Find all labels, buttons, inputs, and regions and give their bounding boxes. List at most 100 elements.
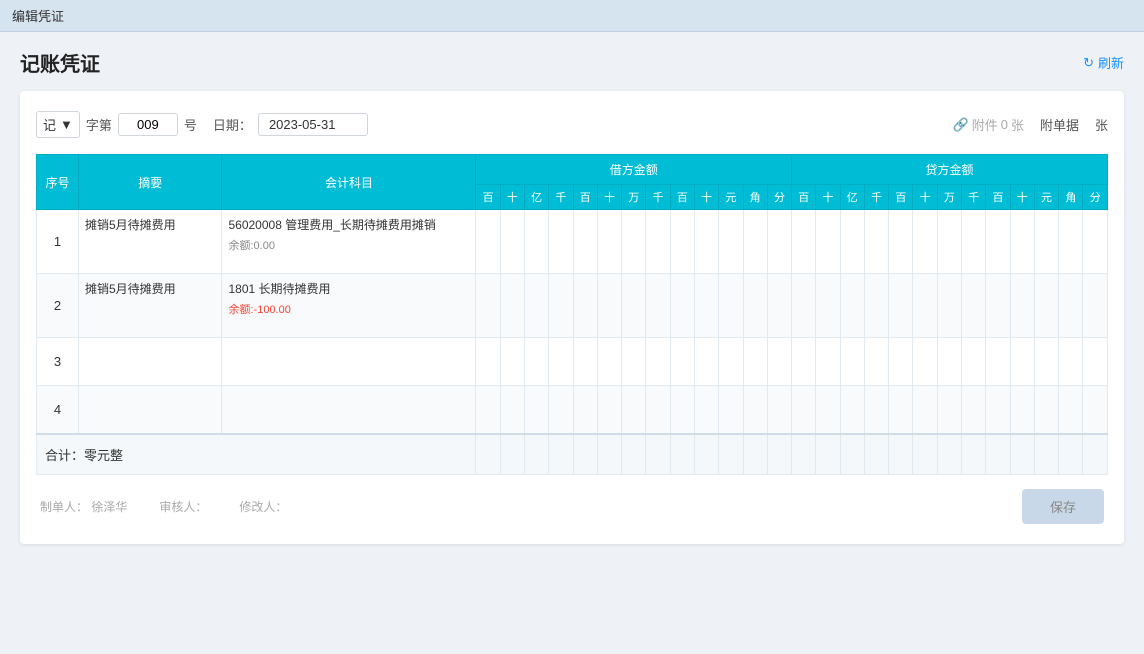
debit-digit-r1-c4[interactable]: [549, 210, 573, 274]
credit-digit-r3-c2[interactable]: [816, 338, 840, 386]
credit-digit-r2-c3[interactable]: [840, 274, 864, 338]
credit-digit-r3-c6[interactable]: [913, 338, 937, 386]
debit-digit-r4-c7[interactable]: [622, 386, 646, 434]
credit-digit-r1-c10[interactable]: [1010, 210, 1034, 274]
debit-digit-r2-c4[interactable]: [549, 274, 573, 338]
debit-digit-r2-c11[interactable]: [719, 274, 743, 338]
debit-digit-r3-c9[interactable]: [670, 338, 694, 386]
debit-digit-r1-c9[interactable]: [670, 210, 694, 274]
debit-digit-r1-c3[interactable]: [524, 210, 548, 274]
debit-digit-r4-c8[interactable]: [646, 386, 670, 434]
credit-digit-r1-c8[interactable]: [962, 210, 986, 274]
credit-digit-r4-c4[interactable]: [864, 386, 888, 434]
credit-digit-r2-c1[interactable]: [792, 274, 816, 338]
voucher-number-input[interactable]: [118, 113, 178, 136]
row-summary-3[interactable]: [78, 338, 222, 386]
debit-digit-r2-c8[interactable]: [646, 274, 670, 338]
credit-digit-r4-c1[interactable]: [792, 386, 816, 434]
row-account-3[interactable]: [222, 338, 476, 386]
debit-digit-r3-c7[interactable]: [622, 338, 646, 386]
debit-digit-r1-c13[interactable]: [767, 210, 791, 274]
credit-digit-r1-c12[interactable]: [1059, 210, 1083, 274]
credit-digit-r2-c12[interactable]: [1059, 274, 1083, 338]
debit-digit-r4-c9[interactable]: [670, 386, 694, 434]
debit-digit-r4-c1[interactable]: [476, 386, 500, 434]
debit-digit-r3-c2[interactable]: [500, 338, 524, 386]
save-button[interactable]: 保存: [1022, 489, 1104, 524]
debit-digit-r1-c11[interactable]: [719, 210, 743, 274]
row-summary-4[interactable]: [78, 386, 222, 434]
credit-digit-r4-c7[interactable]: [937, 386, 961, 434]
attachment-link[interactable]: 🔗 附件 0 张: [953, 115, 1024, 134]
debit-digit-r3-c10[interactable]: [694, 338, 718, 386]
credit-digit-r4-c8[interactable]: [962, 386, 986, 434]
debit-digit-r2-c7[interactable]: [622, 274, 646, 338]
credit-digit-r2-c9[interactable]: [986, 274, 1010, 338]
debit-digit-r4-c5[interactable]: [573, 386, 597, 434]
credit-digit-r4-c2[interactable]: [816, 386, 840, 434]
debit-digit-r2-c10[interactable]: [694, 274, 718, 338]
credit-digit-r3-c1[interactable]: [792, 338, 816, 386]
credit-digit-r3-c13[interactable]: [1083, 338, 1108, 386]
row-account-1[interactable]: 56020008 管理费用_长期待摊费用摊销余额:0.00: [222, 210, 476, 274]
credit-digit-r3-c9[interactable]: [986, 338, 1010, 386]
credit-digit-r3-c10[interactable]: [1010, 338, 1034, 386]
debit-digit-r4-c11[interactable]: [719, 386, 743, 434]
debit-digit-r2-c6[interactable]: [597, 274, 621, 338]
credit-digit-r3-c5[interactable]: [889, 338, 913, 386]
credit-digit-r2-c5[interactable]: [889, 274, 913, 338]
debit-digit-r2-c12[interactable]: [743, 274, 767, 338]
debit-digit-r3-c13[interactable]: [767, 338, 791, 386]
credit-digit-r1-c6[interactable]: [913, 210, 937, 274]
row-account-4[interactable]: [222, 386, 476, 434]
debit-digit-r2-c2[interactable]: [500, 274, 524, 338]
credit-digit-r4-c9[interactable]: [986, 386, 1010, 434]
debit-digit-r3-c1[interactable]: [476, 338, 500, 386]
credit-digit-r2-c8[interactable]: [962, 274, 986, 338]
credit-digit-r4-c6[interactable]: [913, 386, 937, 434]
debit-digit-r3-c11[interactable]: [719, 338, 743, 386]
credit-digit-r1-c9[interactable]: [986, 210, 1010, 274]
credit-digit-r4-c13[interactable]: [1083, 386, 1108, 434]
debit-digit-r4-c6[interactable]: [597, 386, 621, 434]
debit-digit-r4-c4[interactable]: [549, 386, 573, 434]
credit-digit-r4-c5[interactable]: [889, 386, 913, 434]
credit-digit-r4-c10[interactable]: [1010, 386, 1034, 434]
debit-digit-r1-c5[interactable]: [573, 210, 597, 274]
credit-digit-r2-c10[interactable]: [1010, 274, 1034, 338]
row-summary-1[interactable]: 摊销5月待摊费用: [78, 210, 222, 274]
credit-digit-r1-c11[interactable]: [1034, 210, 1058, 274]
credit-digit-r3-c4[interactable]: [864, 338, 888, 386]
debit-digit-r1-c12[interactable]: [743, 210, 767, 274]
debit-digit-r4-c10[interactable]: [694, 386, 718, 434]
debit-digit-r2-c5[interactable]: [573, 274, 597, 338]
debit-digit-r3-c4[interactable]: [549, 338, 573, 386]
debit-digit-r2-c9[interactable]: [670, 274, 694, 338]
debit-digit-r3-c5[interactable]: [573, 338, 597, 386]
credit-digit-r3-c7[interactable]: [937, 338, 961, 386]
debit-digit-r4-c12[interactable]: [743, 386, 767, 434]
row-summary-2[interactable]: 摊销5月待摊费用: [78, 274, 222, 338]
debit-digit-r3-c6[interactable]: [597, 338, 621, 386]
credit-digit-r1-c4[interactable]: [864, 210, 888, 274]
type-select[interactable]: 记 ▼: [36, 111, 80, 138]
row-account-2[interactable]: 1801 长期待摊费用余额:-100.00: [222, 274, 476, 338]
credit-digit-r2-c4[interactable]: [864, 274, 888, 338]
credit-digit-r3-c3[interactable]: [840, 338, 864, 386]
debit-digit-r1-c8[interactable]: [646, 210, 670, 274]
credit-digit-r3-c12[interactable]: [1059, 338, 1083, 386]
debit-digit-r1-c1[interactable]: [476, 210, 500, 274]
credit-digit-r2-c7[interactable]: [937, 274, 961, 338]
debit-digit-r4-c13[interactable]: [767, 386, 791, 434]
credit-digit-r4-c12[interactable]: [1059, 386, 1083, 434]
credit-digit-r2-c11[interactable]: [1034, 274, 1058, 338]
credit-digit-r1-c3[interactable]: [840, 210, 864, 274]
debit-digit-r1-c10[interactable]: [694, 210, 718, 274]
debit-digit-r2-c3[interactable]: [524, 274, 548, 338]
debit-digit-r3-c3[interactable]: [524, 338, 548, 386]
debit-digit-r1-c2[interactable]: [500, 210, 524, 274]
credit-digit-r1-c13[interactable]: [1083, 210, 1108, 274]
credit-digit-r4-c3[interactable]: [840, 386, 864, 434]
credit-digit-r1-c5[interactable]: [889, 210, 913, 274]
date-input[interactable]: [258, 113, 368, 136]
